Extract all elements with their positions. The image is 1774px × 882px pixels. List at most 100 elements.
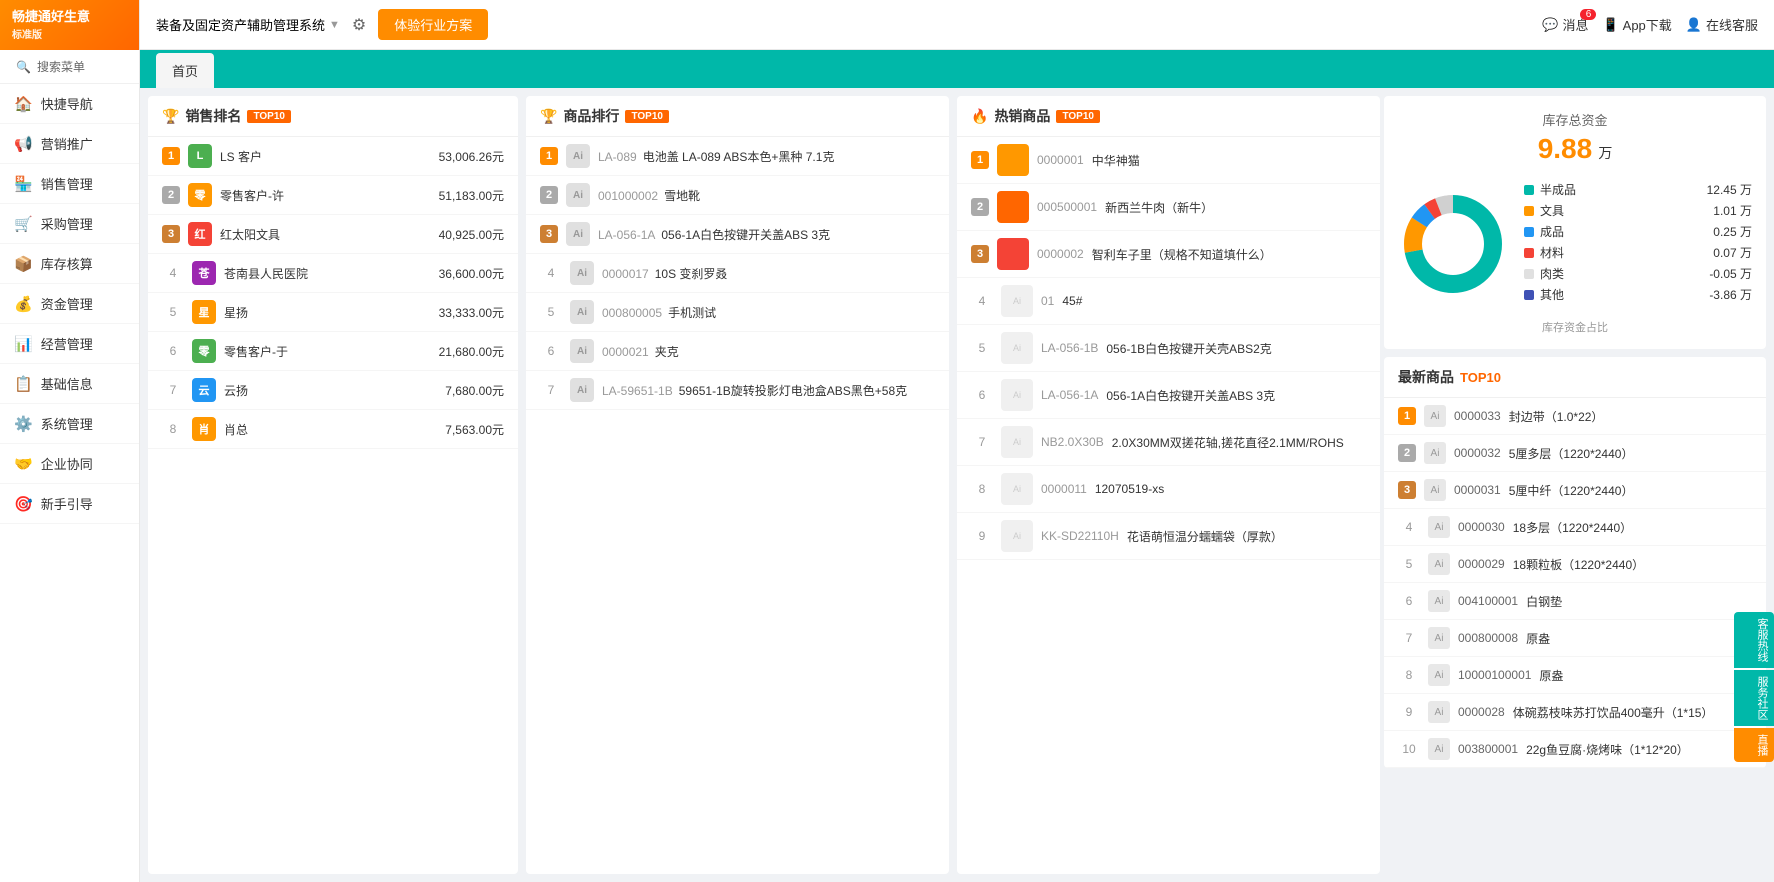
newest-products-card: 最新商品 TOP10 1 Ai 0000033 封边带（1.0*22） 2 Ai… <box>1384 357 1766 768</box>
product-code: 0000031 <box>1454 483 1501 497</box>
rank-num: 3 <box>540 225 558 243</box>
sidebar-nav: 🏠快捷导航📢营销推广🏪销售管理🛒采购管理📦库存核算💰资金管理📊经营管理 📋 基础信息… <box>0 84 139 524</box>
legend-color <box>1524 269 1534 279</box>
product-code: 01 <box>1041 294 1054 308</box>
rank-num: 8 <box>971 482 993 496</box>
product-name: 智利车子里（规格不知道填什么） <box>1092 246 1366 263</box>
sidebar: 畅捷通好生意 标准版 🔍 搜索菜单 🏠快捷导航📢营销推广🏪销售管理🛒采购管理📦库… <box>0 0 140 882</box>
nav-icon-marketing: 📢 <box>14 135 33 153</box>
nav-label-system: 系统管理 <box>41 414 93 433</box>
customer-name: 红太阳文具 <box>220 226 439 243</box>
nav-icon-base: 📋 <box>14 375 33 393</box>
sidebar-item-sales[interactable]: 🏪销售管理 <box>0 164 139 204</box>
nav-icon-sales: 🏪 <box>14 175 33 193</box>
experience-btn[interactable]: 体验行业方案 <box>378 9 488 40</box>
rank-num: 4 <box>162 266 184 280</box>
inventory-title: 库存总资金 <box>1398 110 1752 129</box>
product-name: 5厘中纤（1220*2440） <box>1509 482 1752 499</box>
sidebar-item-purchase[interactable]: 🛒采购管理 <box>0 204 139 244</box>
list-item: 3 0000002 智利车子里（规格不知道填什么） <box>957 231 1380 278</box>
nav-icon-finance: 💰 <box>14 295 33 313</box>
sidebar-item-marketing[interactable]: 📢营销推广 <box>0 124 139 164</box>
sidebar-item-system[interactable]: ⚙️系统管理 <box>0 404 139 444</box>
product-thumbnail <box>997 238 1029 270</box>
search-label: 搜索菜单 <box>37 58 85 75</box>
rank-num: 1 <box>540 147 558 165</box>
sidebar-item-enterprise[interactable]: 🤝企业协同 <box>0 444 139 484</box>
product-name: 体碗荔枝味苏打饮品400毫升（1*15） <box>1513 704 1752 721</box>
customer-amount: 7,563.00元 <box>445 421 504 438</box>
trophy-icon: 🏆 <box>162 108 179 125</box>
mobile-icon: 📱 <box>1602 17 1618 33</box>
chart-legend: 半成品 12.45 万 文具 1.01 万 成品 0.25 万 材料 0.07 … <box>1524 181 1752 307</box>
sidebar-item-finance[interactable]: 💰资金管理 <box>0 284 139 324</box>
tab-home[interactable]: 首页 <box>156 53 214 88</box>
product-thumb: Ai <box>1428 553 1450 575</box>
hot-top10-badge: TOP10 <box>1056 110 1100 123</box>
table-row: 4 苍 苍南县人民医院 36,600.00元 <box>148 254 518 293</box>
legend-item: 材料 0.07 万 <box>1524 244 1752 261</box>
legend-label: 其他 <box>1540 286 1703 303</box>
legend-color <box>1524 227 1534 237</box>
sidebar-item-inventory[interactable]: 📦库存核算 <box>0 244 139 284</box>
product-thumb: Ai <box>566 144 590 168</box>
list-item: 2 000500001 新西兰牛肉（新牛） <box>957 184 1380 231</box>
legend-value: 0.25 万 <box>1713 223 1752 240</box>
nav-icon-quick-nav: 🏠 <box>14 95 33 113</box>
settings-icon[interactable]: ⚙ <box>352 15 366 35</box>
sidebar-item-base[interactable]: 📋 基础信息 <box>0 364 139 404</box>
product-thumb: Ai <box>1424 479 1446 501</box>
rank-num: 3 <box>971 245 989 263</box>
customer-amount: 53,006.26元 <box>439 148 504 165</box>
product-name: 原盎 <box>1539 667 1752 684</box>
product-thumbnail: Ai <box>1001 473 1033 505</box>
rank-num: 6 <box>1398 594 1420 608</box>
product-code: 0000032 <box>1454 446 1501 460</box>
table-row: 6 零 零售客户-于 21,680.00元 <box>148 332 518 371</box>
dropdown-arrow-icon: ▼ <box>329 19 340 31</box>
donut-chart <box>1398 189 1508 299</box>
product-code: 000500001 <box>1037 200 1097 214</box>
product-top10-badge: TOP10 <box>625 110 669 123</box>
list-item: 2 Ai 0000032 5厘多层（1220*2440） <box>1384 435 1766 472</box>
float-btn-1[interactable]: 服务社区 <box>1734 670 1774 726</box>
nav-label-base: 基础信息 <box>41 374 93 393</box>
system-title-dropdown[interactable]: 装备及固定资产辅助管理系统 ▼ <box>156 15 340 34</box>
table-row: 4 Ai 000001710S 变刹罗叒 <box>526 254 949 293</box>
search-menu[interactable]: 🔍 搜索菜单 <box>0 50 139 84</box>
rank-num: 9 <box>971 529 993 543</box>
customer-amount: 7,680.00元 <box>445 382 504 399</box>
product-thumb: Ai <box>570 378 594 402</box>
product-code: 0000028 <box>1458 705 1505 719</box>
message-btn[interactable]: 💬 消息 6 <box>1542 15 1588 34</box>
float-btn-2[interactable]: 直播 <box>1734 728 1774 762</box>
product-code: 0000001 <box>1037 153 1084 167</box>
inventory-card: 库存总资金 9.88 万 <box>1384 96 1766 349</box>
rank-num: 8 <box>162 422 184 436</box>
sidebar-item-operations[interactable]: 📊经营管理 <box>0 324 139 364</box>
app-download-btn[interactable]: 📱 App下载 <box>1602 15 1671 34</box>
product-thumbnail <box>997 144 1029 176</box>
list-item: 1 Ai 0000033 封边带（1.0*22） <box>1384 398 1766 435</box>
product-thumb: Ai <box>566 222 590 246</box>
nav-icon-enterprise: 🤝 <box>14 455 33 473</box>
table-row: 3 红 红太阳文具 40,925.00元 <box>148 215 518 254</box>
product-code: 0000033 <box>1454 409 1501 423</box>
newest-products-list: 1 Ai 0000033 封边带（1.0*22） 2 Ai 0000032 5厘… <box>1384 398 1766 768</box>
legend-label: 肉类 <box>1540 265 1703 282</box>
online-service-label: 在线客服 <box>1706 15 1758 34</box>
hot-products-header: 🔥 热销商品 TOP10 <box>957 96 1380 137</box>
sidebar-item-quick-nav[interactable]: 🏠快捷导航 <box>0 84 139 124</box>
product-name: 白钢垫 <box>1526 593 1752 610</box>
legend-value: -3.86 万 <box>1709 286 1752 303</box>
product-thumb: Ai <box>1428 516 1450 538</box>
online-service-btn[interactable]: 👤 在线客服 <box>1686 15 1758 34</box>
sales-ranking-header: 🏆 销售排名 TOP10 <box>148 96 518 137</box>
hot-products-list: 1 0000001 中华神猫 2 000500001 新西兰牛肉（新牛） 3 0… <box>957 137 1380 874</box>
product-name: 中华神猫 <box>1092 152 1366 169</box>
customer-name: LS 客户 <box>220 148 439 165</box>
rank-num: 5 <box>1398 557 1420 571</box>
sidebar-item-guide[interactable]: 🎯新手引导 <box>0 484 139 524</box>
product-thumbnail <box>997 191 1029 223</box>
float-btn-0[interactable]: 客服热线 <box>1734 612 1774 668</box>
